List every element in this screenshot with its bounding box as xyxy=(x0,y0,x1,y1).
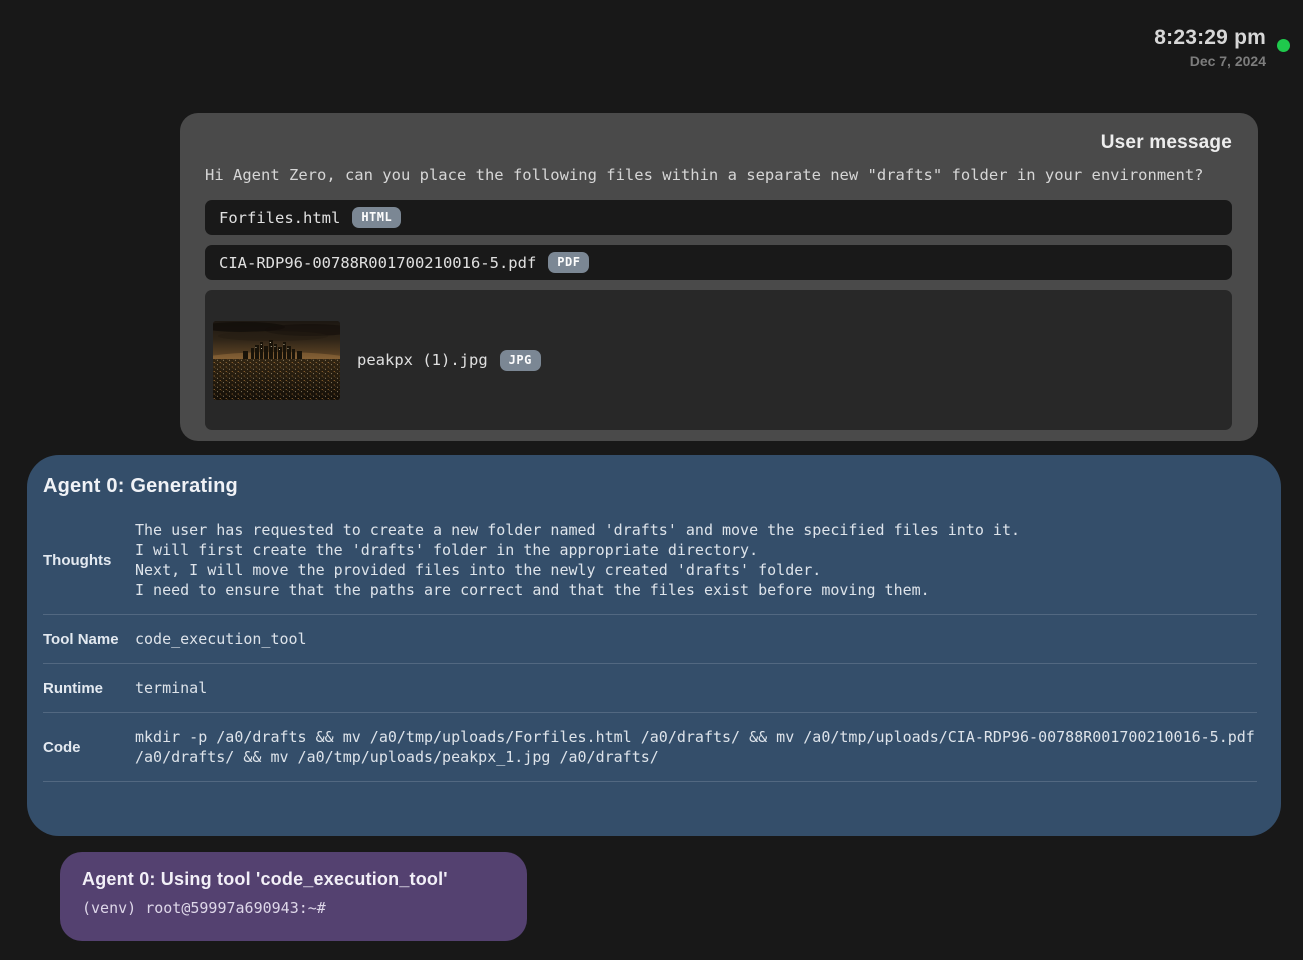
attachment-filename: peakpx (1).jpg xyxy=(357,351,488,369)
tool-usage-card: Agent 0: Using tool 'code_execution_tool… xyxy=(60,852,527,941)
tool-name-text: code_execution_tool xyxy=(135,629,1257,649)
agent-row-code: Code mkdir -p /a0/drafts && mv /a0/tmp/u… xyxy=(43,713,1257,782)
status-bar: 8:23:29 pm Dec 7, 2024 xyxy=(1154,26,1290,69)
terminal-prompt-line: (venv) root@59997a690943:~# xyxy=(82,899,505,917)
attachment-filename: CIA-RDP96-00788R001700210016-5.pdf xyxy=(219,254,536,272)
row-label: Thoughts xyxy=(43,551,135,570)
row-label: Runtime xyxy=(43,679,135,698)
user-message-title: User message xyxy=(205,132,1232,154)
user-message-card: User message Hi Agent Zero, can you plac… xyxy=(180,113,1258,441)
row-label: Tool Name xyxy=(43,630,135,649)
runtime-text: terminal xyxy=(135,678,1257,698)
chat-page: 8:23:29 pm Dec 7, 2024 User message Hi A… xyxy=(0,0,1303,960)
file-type-badge: JPG xyxy=(500,350,541,371)
attachment-row-image[interactable]: peakpx (1).jpg JPG xyxy=(205,290,1232,430)
clock: 8:23:29 pm Dec 7, 2024 xyxy=(1154,26,1266,69)
agent-row-thoughts: Thoughts The user has requested to creat… xyxy=(43,506,1257,615)
city-night-photo-thumbnail[interactable] xyxy=(213,321,340,400)
row-label: Code xyxy=(43,738,135,757)
file-type-badge: HTML xyxy=(352,207,401,228)
code-text: mkdir -p /a0/drafts && mv /a0/tmp/upload… xyxy=(135,727,1257,767)
user-message-text: Hi Agent Zero, can you place the followi… xyxy=(205,165,1232,186)
attachment-filename: Forfiles.html xyxy=(219,209,340,227)
clock-time: 8:23:29 pm xyxy=(1154,26,1266,50)
agent-generating-card: Agent 0: Generating Thoughts The user ha… xyxy=(27,455,1281,836)
tool-usage-title: Agent 0: Using tool 'code_execution_tool… xyxy=(82,869,505,890)
attachment-row-pdf[interactable]: CIA-RDP96-00788R001700210016-5.pdf PDF xyxy=(205,245,1232,280)
connection-status-dot xyxy=(1277,39,1290,52)
attachment-row-html[interactable]: Forfiles.html HTML xyxy=(205,200,1232,235)
agent-row-runtime: Runtime terminal xyxy=(43,664,1257,713)
agent-card-title: Agent 0: Generating xyxy=(43,475,1257,498)
agent-row-tool-name: Tool Name code_execution_tool xyxy=(43,615,1257,664)
file-type-badge: PDF xyxy=(548,252,589,273)
thoughts-text: The user has requested to create a new f… xyxy=(135,520,1257,600)
clock-date: Dec 7, 2024 xyxy=(1154,53,1266,69)
